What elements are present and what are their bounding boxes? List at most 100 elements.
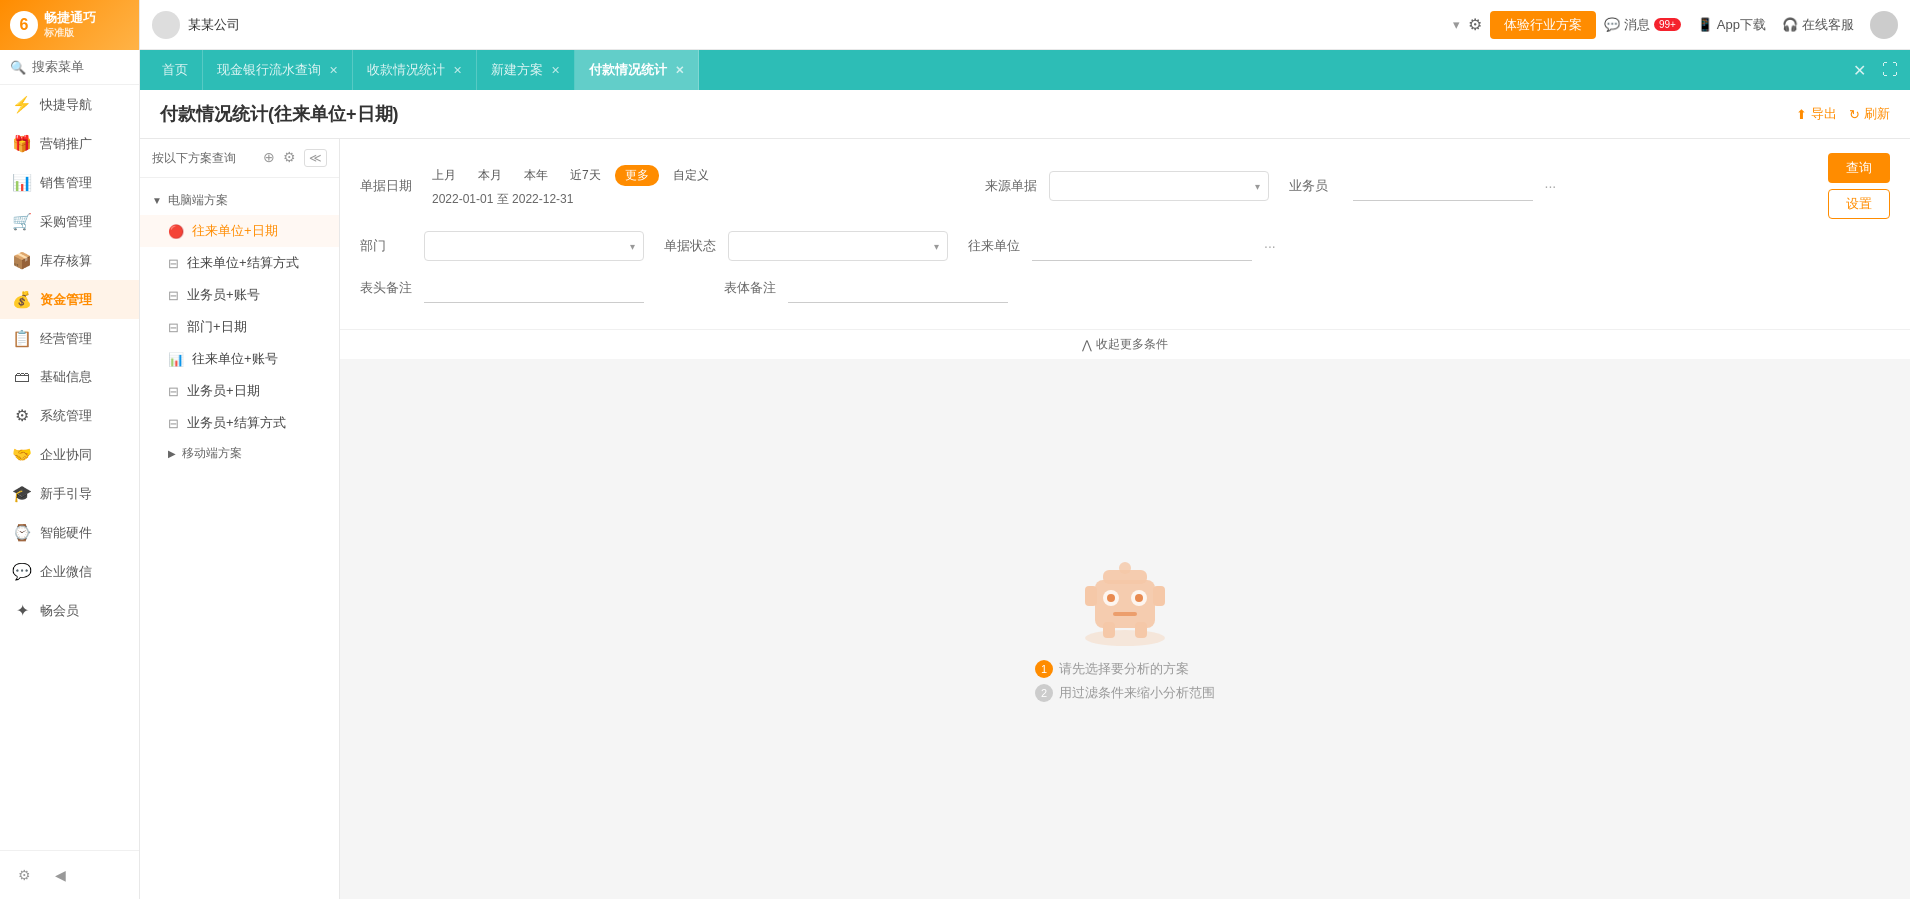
sidebar-item-quick-nav[interactable]: ⚡快捷导航 bbox=[0, 85, 139, 124]
source-select[interactable]: ▾ bbox=[1049, 171, 1269, 201]
query-btn[interactable]: 查询 bbox=[1828, 153, 1890, 183]
dept-label: 部门 bbox=[360, 237, 416, 255]
online-service-item[interactable]: 🎧 在线客服 bbox=[1782, 16, 1854, 34]
settings-btn[interactable]: 设置 bbox=[1828, 189, 1890, 219]
sidebar-item-guide[interactable]: 🎓新手引导 bbox=[0, 474, 139, 513]
sidebar-item-basic-info[interactable]: 🗃基础信息 bbox=[0, 358, 139, 396]
data-area: 1 请先选择要分析的方案 2 用过滤条件来缩小分析范围 bbox=[340, 359, 1910, 899]
status-select[interactable]: ▾ bbox=[728, 231, 948, 261]
refresh-btn[interactable]: ↻ 刷新 bbox=[1849, 105, 1890, 123]
tree-item-unit-settlement[interactable]: ⊟ 往来单位+结算方式 bbox=[140, 247, 339, 279]
dept-select[interactable]: ▾ bbox=[424, 231, 644, 261]
message-item[interactable]: 💬 消息 99+ bbox=[1604, 16, 1681, 34]
sidebar-item-operations[interactable]: 📋经营管理 bbox=[0, 319, 139, 358]
tree-item-salesman-date[interactable]: ⊟ 业务员+日期 bbox=[140, 375, 339, 407]
edit-scheme-btn[interactable]: ⚙ bbox=[283, 149, 296, 167]
status-select-arrow: ▾ bbox=[934, 241, 939, 252]
filter-form: 单据日期 上月 本月 本年 近7天 更多 自定义 20 bbox=[340, 139, 1910, 329]
nav-icon-hardware: ⌚ bbox=[12, 523, 32, 542]
related-unit-more-btn[interactable]: ··· bbox=[1260, 236, 1280, 256]
svg-point-0 bbox=[1085, 630, 1165, 646]
header-note-input[interactable] bbox=[424, 273, 644, 303]
sidebar-item-purchase[interactable]: 🛒采购管理 bbox=[0, 202, 139, 241]
filter-layout: 按以下方案查询 ⊕ ⚙ ≪ ▼ 电脑端方案 🔴 往来单位+日期 bbox=[140, 139, 1910, 899]
date-more-btn[interactable]: 更多 bbox=[615, 165, 659, 186]
source-field: 来源单据 ▾ bbox=[985, 171, 1269, 201]
sidebar-item-sales[interactable]: 📊销售管理 bbox=[0, 163, 139, 202]
panel-header-actions: ⊕ ⚙ ≪ bbox=[263, 149, 327, 167]
group-arrow-icon: ▶ bbox=[168, 448, 176, 459]
user-avatar[interactable] bbox=[1870, 11, 1898, 39]
tree-item-salesman-settlement[interactable]: ⊟ 业务员+结算方式 bbox=[140, 407, 339, 439]
tab-bar: 首页 现金银行流水查询 ✕ 收款情况统计 ✕ 新建方案 ✕ 付款情况统计 ✕ ✕… bbox=[140, 50, 1910, 90]
sidebar-item-capital[interactable]: 💰资金管理 bbox=[0, 280, 139, 319]
salesman-field: 业务员 ··· bbox=[1289, 171, 1561, 201]
tab-bar-right: ✕ ⛶ bbox=[1849, 57, 1902, 84]
tab-bank-flow-close[interactable]: ✕ bbox=[329, 64, 338, 77]
company-dropdown-icon[interactable]: ▾ bbox=[1453, 17, 1460, 32]
tree-item-salesman-account[interactable]: ⊟ 业务员+账号 bbox=[140, 279, 339, 311]
search-menu[interactable]: 🔍 搜索菜单 bbox=[0, 50, 139, 85]
maximize-icon[interactable]: ⛶ bbox=[1878, 57, 1902, 83]
export-icon: ⬆ bbox=[1796, 107, 1807, 122]
tree-item-dept-date[interactable]: ⊟ 部门+日期 bbox=[140, 311, 339, 343]
date-this-month[interactable]: 本月 bbox=[470, 164, 510, 187]
sidebar-item-system[interactable]: ⚙系统管理 bbox=[0, 396, 139, 435]
tab-payment-stats-close[interactable]: ✕ bbox=[453, 64, 462, 77]
svg-rect-12 bbox=[1113, 612, 1137, 616]
sidebar-nav: ⚡快捷导航🎁营销推广📊销售管理🛒采购管理📦库存核算💰资金管理📋经营管理🗃基础信息… bbox=[0, 85, 139, 850]
svg-rect-1 bbox=[1095, 580, 1155, 628]
date-last-month[interactable]: 上月 bbox=[424, 164, 464, 187]
tree-group-desktop[interactable]: ▼ 电脑端方案 bbox=[140, 186, 339, 215]
status-field: 单据状态 ▾ bbox=[664, 231, 948, 261]
tab-new-plan[interactable]: 新建方案 ✕ bbox=[477, 50, 575, 90]
sidebar-item-marketing[interactable]: 🎁营销推广 bbox=[0, 124, 139, 163]
body-note-label: 表体备注 bbox=[724, 279, 780, 297]
body-note-input[interactable] bbox=[788, 273, 1008, 303]
header-right: 💬 消息 99+ 📱 App下载 🎧 在线客服 bbox=[1604, 11, 1898, 39]
filter-row-1: 单据日期 上月 本月 本年 近7天 更多 自定义 20 bbox=[360, 153, 1890, 219]
tab-payment-detail[interactable]: 付款情况统计 ✕ bbox=[575, 50, 699, 90]
chart-scheme-icon: 📊 bbox=[168, 352, 184, 367]
tree-item-unit-account[interactable]: 📊 往来单位+账号 bbox=[140, 343, 339, 375]
date-last-7[interactable]: 近7天 bbox=[562, 164, 609, 187]
sidebar-item-vip[interactable]: ✦畅会员 bbox=[0, 591, 139, 630]
scheme-icon: ⊟ bbox=[168, 288, 179, 303]
app-download-item[interactable]: 📱 App下载 bbox=[1697, 16, 1766, 34]
tab-payment-detail-close[interactable]: ✕ bbox=[675, 64, 684, 77]
salesman-more-btn[interactable]: ··· bbox=[1541, 176, 1561, 196]
sidebar-item-cooperation[interactable]: 🤝企业协同 bbox=[0, 435, 139, 474]
sidebar-item-wechat[interactable]: 💬企业微信 bbox=[0, 552, 139, 591]
sidebar-item-hardware[interactable]: ⌚智能硬件 bbox=[0, 513, 139, 552]
settings-icon-btn[interactable]: ⚙ bbox=[10, 861, 38, 889]
collapse-panel-btn[interactable]: ≪ bbox=[304, 149, 327, 167]
tree-group-mobile[interactable]: ▶ 移动端方案 bbox=[140, 439, 339, 468]
service-icon: 🎧 bbox=[1782, 17, 1798, 32]
settings-icon[interactable]: ⚙ bbox=[1468, 15, 1482, 34]
top-header: 某某公司 ▾ ⚙ 体验行业方案 💬 消息 99+ 📱 App下载 🎧 在线客服 bbox=[140, 0, 1910, 50]
tab-new-plan-close[interactable]: ✕ bbox=[551, 64, 560, 77]
trial-btn[interactable]: 体验行业方案 bbox=[1490, 11, 1596, 39]
tree-item-unit-date[interactable]: 🔴 往来单位+日期 bbox=[140, 215, 339, 247]
tab-bank-flow[interactable]: 现金银行流水查询 ✕ bbox=[203, 50, 353, 90]
date-label: 单据日期 bbox=[360, 177, 416, 195]
nav-icon-marketing: 🎁 bbox=[12, 134, 32, 153]
collapse-more-btn[interactable]: ⋀ 收起更多条件 bbox=[340, 329, 1910, 359]
collapse-sidebar-btn[interactable]: ◀ bbox=[46, 861, 74, 889]
tree-section: ▼ 电脑端方案 🔴 往来单位+日期 ⊟ 往来单位+结算方式 ⊟ 业务员+账号 bbox=[140, 178, 339, 476]
close-all-icon[interactable]: ✕ bbox=[1849, 57, 1870, 84]
related-unit-input[interactable] bbox=[1032, 231, 1252, 261]
date-custom[interactable]: 自定义 bbox=[665, 164, 717, 187]
add-scheme-btn[interactable]: ⊕ bbox=[263, 149, 275, 167]
sidebar-item-inventory[interactable]: 📦库存核算 bbox=[0, 241, 139, 280]
tab-payment-stats[interactable]: 收款情况统计 ✕ bbox=[353, 50, 477, 90]
salesman-input[interactable] bbox=[1353, 171, 1533, 201]
collapse-more-icon: ⋀ bbox=[1082, 338, 1092, 352]
tab-home[interactable]: 首页 bbox=[148, 50, 203, 90]
empty-hints: 1 请先选择要分析的方案 2 用过滤条件来缩小分析范围 bbox=[1035, 660, 1215, 708]
source-label: 来源单据 bbox=[985, 177, 1041, 195]
export-btn[interactable]: ⬆ 导出 bbox=[1796, 105, 1837, 123]
body-note-field: 表体备注 bbox=[724, 273, 1008, 303]
date-this-year[interactable]: 本年 bbox=[516, 164, 556, 187]
filter-row-3: 表头备注 表体备注 bbox=[360, 273, 1890, 303]
